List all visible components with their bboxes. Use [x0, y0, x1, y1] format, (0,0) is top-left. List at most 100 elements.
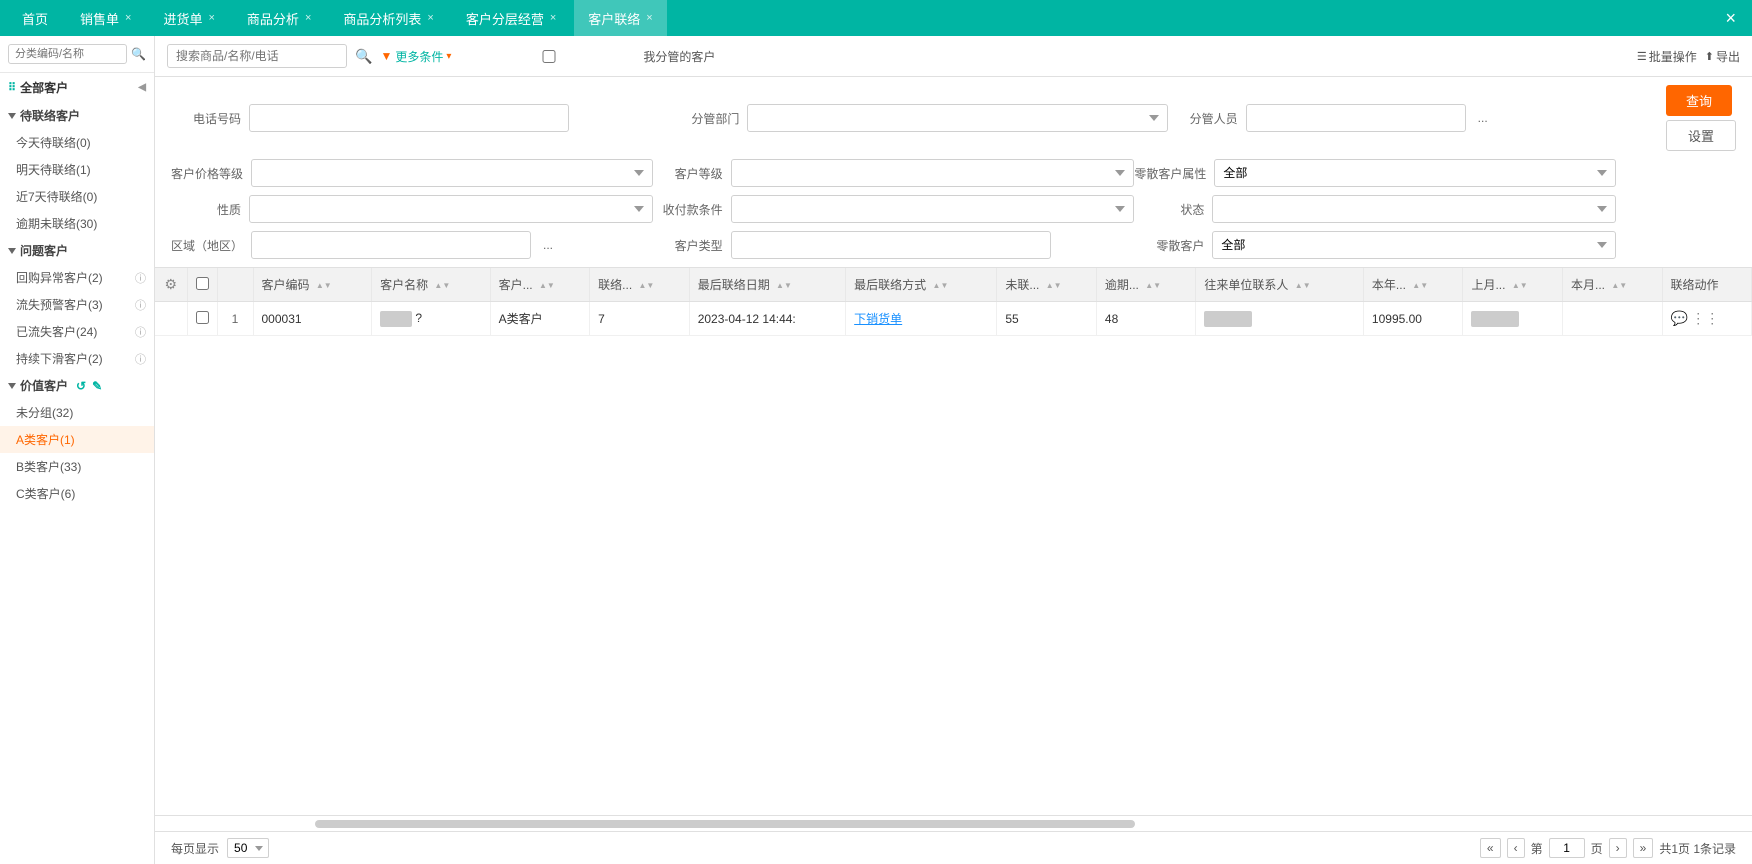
payment-select[interactable] — [731, 195, 1135, 223]
sidebar-item-tomorrow[interactable]: 明天待联络(1) — [0, 156, 154, 183]
data-table: ⚙ 客户编码 ▲▼ 客户名称 ▲▼ — [155, 268, 1752, 336]
edit-value-icon[interactable]: ✎ — [92, 379, 102, 393]
filter-row-3: 性质 收付款条件 状态 — [171, 195, 1736, 223]
sidebar-item-lost[interactable]: 已流失客户(24) ⓘ — [0, 318, 154, 345]
nav-product-list[interactable]: 商品分析列表 × — [329, 0, 447, 36]
content-area: 🔍 ▼ 更多条件 ▾ 我分管的客户 ☰ 批量操作 ⬆ 导出 — [155, 36, 1752, 864]
nav-home[interactable]: 首页 — [8, 0, 62, 36]
nav-close-purchase[interactable]: × — [208, 12, 214, 24]
filter-row-4: 区域（地区） ... 客户类型 零散客户 全部 — [171, 231, 1736, 259]
col-last-month-sort[interactable]: ▲▼ — [1512, 281, 1528, 290]
sidebar-group-value[interactable]: 价值客户 ↺ ✎ — [0, 372, 154, 399]
col-this-year-sort[interactable]: ▲▼ — [1412, 281, 1428, 290]
sidebar-item-declining[interactable]: 持续下滑客户(2) ⓘ — [0, 345, 154, 372]
sidebar-group-problem[interactable]: 问题客户 — [0, 237, 154, 264]
window-close-button[interactable]: × — [1717, 8, 1744, 29]
sidebar-group-pending[interactable]: 待联络客户 — [0, 102, 154, 129]
sidebar-item-today[interactable]: 今天待联络(0) — [0, 129, 154, 156]
settings-btn[interactable]: 设置 — [1666, 120, 1736, 151]
region-more-btn[interactable]: ... — [539, 238, 559, 252]
row-name: ? — [372, 302, 491, 336]
nav-purchase[interactable]: 进货单 × — [149, 0, 228, 36]
sidebar-item-unclassified[interactable]: 未分组(32) — [0, 399, 154, 426]
last-page-btn[interactable]: » — [1633, 838, 1654, 858]
row-contact: 7 — [590, 302, 690, 336]
col-last-method-sort[interactable]: ▲▼ — [933, 281, 949, 290]
nature-select[interactable] — [249, 195, 653, 223]
refresh-value-icon[interactable]: ↺ — [76, 379, 86, 393]
filter-region: 区域（地区） ... — [171, 231, 653, 259]
sidebar-item-abnormal[interactable]: 回购异常客户(2) ⓘ — [0, 264, 154, 291]
filter-row-1: 电话号码 分管部门 分管人员 ... 查询 设置 — [171, 85, 1736, 151]
nav-customer-segment[interactable]: 客户分层经营 × — [452, 0, 570, 36]
first-page-btn[interactable]: « — [1480, 838, 1501, 858]
prev-page-btn[interactable]: ‹ — [1507, 838, 1525, 858]
nav-product-analysis[interactable]: 商品分析 × — [233, 0, 325, 36]
nav-close-product-list[interactable]: × — [427, 12, 433, 24]
status-select[interactable] — [1212, 195, 1616, 223]
col-overdue-sort[interactable]: ▲▼ — [1145, 281, 1161, 290]
nav-sales[interactable]: 销售单 × — [66, 0, 145, 36]
nav-close-customer-segment[interactable]: × — [550, 12, 556, 24]
my-customers-check[interactable] — [459, 50, 639, 63]
col-name-sort[interactable]: ▲▼ — [434, 281, 450, 290]
row-checkbox[interactable] — [196, 311, 209, 324]
sidebar-all-customers[interactable]: ⠿ 全部客户 ◀ — [0, 73, 154, 102]
search-icon[interactable]: 🔍 — [355, 48, 372, 65]
col-unit-contact-sort[interactable]: ▲▼ — [1295, 281, 1311, 290]
footer: 每页显示 50 « ‹ 第 页 › » 共1页 1条记录 — [155, 831, 1752, 864]
region-input[interactable] — [251, 231, 531, 259]
sidebar-item-overdue[interactable]: 逾期未联络(30) — [0, 210, 154, 237]
horizontal-scrollbar[interactable] — [315, 820, 1135, 828]
row-gear-cell — [155, 302, 187, 336]
customer-grade-select[interactable] — [731, 159, 1135, 187]
sidebar-item-class-c[interactable]: C类客户(6) — [0, 480, 154, 507]
sidebar-search-input[interactable] — [8, 44, 127, 64]
search-input[interactable] — [167, 44, 347, 68]
page-input[interactable] — [1549, 838, 1585, 858]
sidebar-item-class-a[interactable]: A类客户(1) — [0, 426, 154, 453]
expand-problem-icon — [8, 248, 16, 254]
col-this-month-sort[interactable]: ▲▼ — [1611, 281, 1627, 290]
sidebar-item-class-b[interactable]: B类客户(33) — [0, 453, 154, 480]
nav-close-product-analysis[interactable]: × — [305, 12, 311, 24]
retail-select[interactable]: 全部 — [1212, 231, 1616, 259]
filter-retail: 零散客户 全部 — [1134, 231, 1616, 259]
col-this-year: 本年... ▲▼ — [1363, 268, 1463, 302]
dept-select[interactable] — [747, 104, 1167, 132]
per-page-select[interactable]: 50 — [227, 838, 269, 858]
manager-input[interactable] — [1246, 104, 1466, 132]
col-uncontacted-sort[interactable]: ▲▼ — [1046, 281, 1062, 290]
retail-attr-select[interactable]: 全部 — [1214, 159, 1616, 187]
phone-input[interactable] — [249, 104, 569, 132]
col-contact-sort[interactable]: ▲▼ — [639, 281, 655, 290]
table-gear-icon[interactable]: ⚙ — [164, 276, 177, 292]
next-page-btn[interactable]: › — [1609, 838, 1627, 858]
col-code-sort[interactable]: ▲▼ — [316, 281, 332, 290]
filter-dept: 分管部门 — [669, 104, 1167, 132]
customer-name-blurred — [380, 311, 412, 327]
info-icon-declining: ⓘ — [135, 351, 146, 367]
select-all-checkbox[interactable] — [196, 277, 209, 290]
sidebar-search-icon[interactable]: 🔍 — [131, 47, 146, 61]
manager-more-btn[interactable]: ... — [1474, 111, 1494, 125]
row-overdue: 48 — [1096, 302, 1196, 336]
customer-type-input[interactable] — [731, 231, 1051, 259]
col-last-date-sort[interactable]: ▲▼ — [776, 281, 792, 290]
batch-ops-btn[interactable]: ☰ 批量操作 — [1637, 48, 1697, 65]
sidebar-item-warning[interactable]: 流失预警客户(3) ⓘ — [0, 291, 154, 318]
my-customers-checkbox[interactable]: 我分管的客户 — [459, 48, 715, 65]
export-btn[interactable]: ⬆ 导出 — [1705, 48, 1740, 65]
query-btn[interactable]: 查询 — [1666, 85, 1732, 116]
nav-close-customer-contact[interactable]: × — [646, 12, 652, 24]
col-type-sort[interactable]: ▲▼ — [539, 281, 555, 290]
price-grade-select[interactable] — [251, 159, 653, 187]
nav-customer-contact[interactable]: 客户联络 × — [574, 0, 666, 36]
more-action-icon[interactable]: ⋮⋮ — [1691, 310, 1719, 326]
contact-icon[interactable]: 💬 — [1671, 310, 1688, 326]
last-method-link[interactable]: 下销货单 — [854, 312, 902, 326]
filter-price-grade: 客户价格等级 — [171, 159, 653, 187]
more-conditions-btn[interactable]: ▼ 更多条件 ▾ — [380, 48, 451, 65]
sidebar-item-7days[interactable]: 近7天待联络(0) — [0, 183, 154, 210]
nav-close-sales[interactable]: × — [125, 12, 131, 24]
